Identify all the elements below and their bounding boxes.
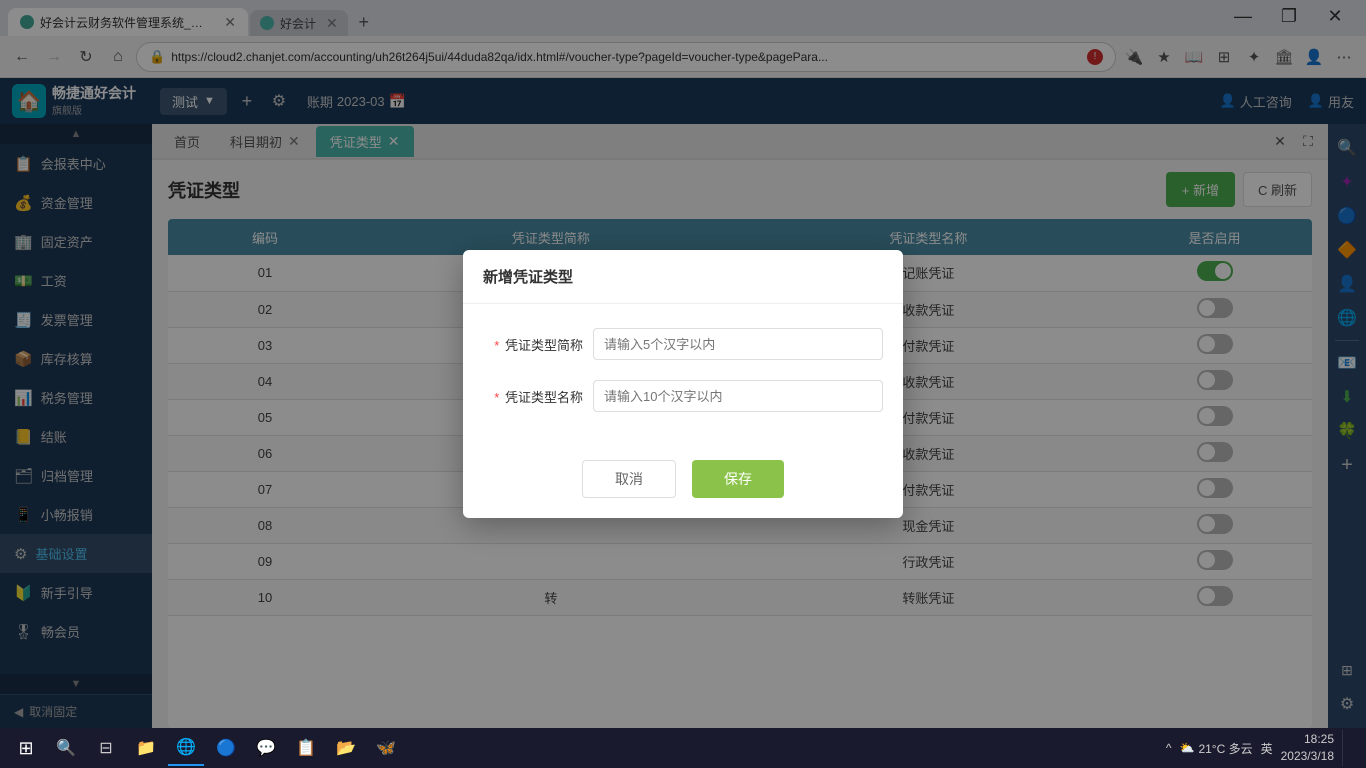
show-desktop-button[interactable] xyxy=(1342,730,1358,766)
modal-body: * 凭证类型简称 * 凭证类型名称 xyxy=(463,304,903,448)
taskbar-edge2-button[interactable]: 🦋 xyxy=(368,730,404,766)
weather-icon: ⛅ xyxy=(1179,741,1194,755)
chevron-up-icon: ^ xyxy=(1166,741,1172,755)
full-label-text: 凭证类型名称 xyxy=(505,390,583,405)
date-display: 2023/3/18 xyxy=(1281,748,1334,765)
modal-overlay: 新增凭证类型 * 凭证类型简称 * 凭证类型名称 取消 保存 xyxy=(0,0,1366,768)
full-name-input[interactable] xyxy=(593,380,883,412)
taskbar-chrome-button[interactable]: 🔵 xyxy=(208,730,244,766)
taskbar-folder-button[interactable]: 📂 xyxy=(328,730,364,766)
taskbar-edge-button[interactable]: 🌐 xyxy=(168,730,204,766)
required-star-2: * xyxy=(494,390,499,405)
save-button[interactable]: 保存 xyxy=(692,460,784,498)
cancel-button[interactable]: 取消 xyxy=(582,460,676,498)
short-name-input[interactable] xyxy=(593,328,883,360)
taskbar-weather: ⛅ 21°C 多云 xyxy=(1179,740,1252,757)
taskbar-clock: 18:25 2023/3/18 xyxy=(1281,731,1334,765)
taskbar-search-button[interactable]: 🔍 xyxy=(48,730,84,766)
taskbar-notifications[interactable]: ^ xyxy=(1166,741,1172,755)
form-row-short: * 凭证类型简称 xyxy=(483,328,883,360)
taskbar-view-button[interactable]: ⊟ xyxy=(88,730,124,766)
taskbar-file-button[interactable]: 📁 xyxy=(128,730,164,766)
required-star-1: * xyxy=(494,338,499,353)
lang-text: 英 xyxy=(1261,742,1273,756)
start-button[interactable]: ⊞ xyxy=(8,730,44,766)
weather-text: 21°C 多云 xyxy=(1198,740,1252,757)
time-display: 18:25 xyxy=(1281,731,1334,748)
form-row-name: * 凭证类型名称 xyxy=(483,380,883,412)
taskbar-right: ^ ⛅ 21°C 多云 英 18:25 2023/3/18 xyxy=(1166,730,1358,766)
full-name-label: * 凭证类型名称 xyxy=(483,387,593,406)
taskbar-wechat-button[interactable]: 💬 xyxy=(248,730,284,766)
taskbar-lang[interactable]: 英 xyxy=(1261,740,1273,757)
taskbar: ⊞ 🔍 ⊟ 📁 🌐 🔵 💬 📋 📂 🦋 ^ ⛅ 21°C 多云 英 18:25 … xyxy=(0,728,1366,768)
modal-title: 新增凭证类型 xyxy=(483,266,573,287)
short-label-text: 凭证类型简称 xyxy=(505,338,583,353)
modal-footer: 取消 保存 xyxy=(463,448,903,518)
taskbar-app2-button[interactable]: 📋 xyxy=(288,730,324,766)
short-name-label: * 凭证类型简称 xyxy=(483,335,593,354)
modal-header: 新增凭证类型 xyxy=(463,250,903,304)
modal-dialog: 新增凭证类型 * 凭证类型简称 * 凭证类型名称 取消 保存 xyxy=(463,250,903,518)
